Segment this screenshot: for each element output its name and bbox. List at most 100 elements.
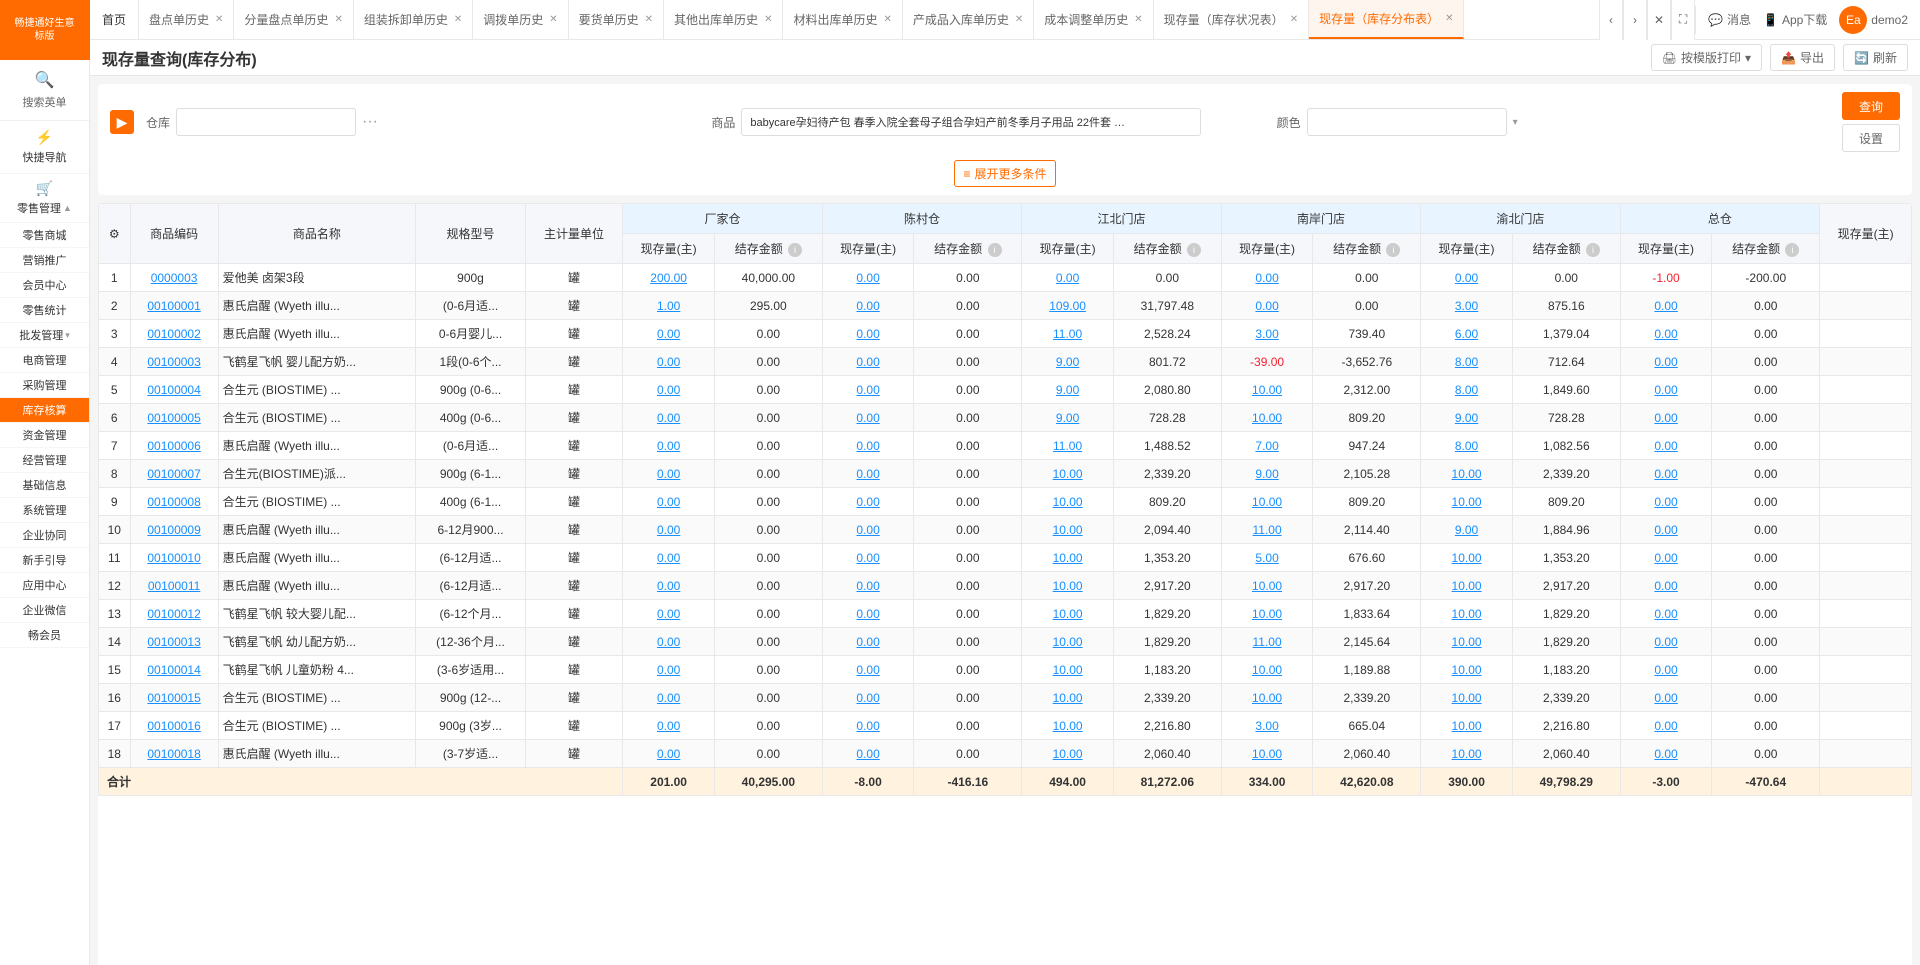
row-na-amount: 809.20 — [1313, 404, 1421, 432]
row-na-stock: 10.00 — [1221, 740, 1313, 768]
tab-close-all[interactable]: ✕ — [1647, 0, 1671, 40]
factory-amount-info[interactable]: i — [788, 243, 802, 257]
table-row: 16 00100015 合生元 (BIOSTIME) ... 900g (12-… — [99, 684, 1912, 712]
retail-icon: 🛒 — [36, 180, 53, 197]
jb-amount-info[interactable]: i — [1187, 243, 1201, 257]
row-f-amount: 0.00 — [714, 488, 822, 516]
row-yb-amount: 1,379.04 — [1512, 320, 1620, 348]
yb-amount-info[interactable]: i — [1586, 243, 1600, 257]
filter-row: ▶ 仓库 ··· 商品 颜色 ▾ 查询 设置 — [110, 92, 1900, 152]
sidebar-item-basic[interactable]: 基础信息 — [0, 473, 89, 498]
sidebar-item-retail-mall[interactable]: 零售商城 — [0, 223, 89, 248]
header-actions: 🖨 按模版打印 ▾ 📤 导出 🔄 刷新 — [1651, 44, 1908, 71]
logo-line2: 标版 — [15, 30, 75, 43]
tab-close-other-out[interactable]: ✕ — [764, 14, 772, 25]
sidebar-item-ops[interactable]: 经营管理 — [0, 448, 89, 473]
query-button[interactable]: 查询 — [1842, 92, 1900, 120]
table-row: 6 00100005 合生元 (BIOSTIME) ... 400g (0-6.… — [99, 404, 1912, 432]
tab-transfer[interactable]: 调拨单历史 ✕ — [473, 0, 568, 39]
th-factory-amount: 结存金额 i — [714, 234, 822, 264]
tab-branch-inventory[interactable]: 分量盘点单历史 ✕ — [234, 0, 353, 39]
tab-stock-status[interactable]: 现存量（库存状况表） ✕ — [1154, 0, 1309, 39]
sidebar-item-inventory[interactable]: 库存核算 — [0, 398, 89, 423]
app-logo[interactable]: 畅捷通好生意 标版 — [0, 0, 90, 60]
tab-close-stock-dist[interactable]: ✕ — [1445, 13, 1453, 24]
tab-close-cost-adjust[interactable]: ✕ — [1134, 14, 1142, 25]
row-name: 飞鹤星飞帆 较大婴儿配... — [218, 600, 416, 628]
na-amount-info[interactable]: i — [1386, 243, 1400, 257]
row-current — [1820, 404, 1912, 432]
tab-order[interactable]: 要货单历史 ✕ — [569, 0, 664, 39]
tab-close-branch-inventory[interactable]: ✕ — [334, 14, 342, 25]
warehouse-more[interactable]: ··· — [362, 113, 378, 131]
sidebar-item-quicknav[interactable]: ⚡ 快捷导航 — [0, 121, 89, 174]
message-action[interactable]: 💬 消息 — [1708, 11, 1751, 28]
row-yb-stock: 10.00 — [1421, 656, 1513, 684]
tab-inventory-list[interactable]: 盘点单历史 ✕ — [139, 0, 234, 39]
sidebar-item-wholesale[interactable]: 批发管理 ▾ — [0, 323, 89, 348]
tab-home[interactable]: 首页 — [90, 0, 139, 39]
sidebar-item-apps[interactable]: 应用中心 — [0, 573, 89, 598]
row-code: 00100014 — [130, 656, 218, 684]
sidebar-item-system[interactable]: 系统管理 — [0, 498, 89, 523]
tab-product-in[interactable]: 产成品入库单历史 ✕ — [903, 0, 1034, 39]
row-jb-stock: 10.00 — [1022, 488, 1114, 516]
product-input[interactable] — [741, 108, 1201, 136]
sum-yb-stock: 390.00 — [1421, 768, 1513, 796]
row-t-amount: 0.00 — [1712, 684, 1820, 712]
filter-expand-btn[interactable]: ▶ — [110, 110, 134, 134]
app-download-action[interactable]: 📱 App下载 — [1763, 11, 1827, 28]
export-button[interactable]: 📤 导出 — [1770, 44, 1835, 71]
scroll-wrapper[interactable]: ⚙ 商品编码 商品名称 规格型号 主计量单位 厂家仓 陈村仓 江北门店 南岸门店… — [98, 203, 1912, 965]
row-t-stock: 0.00 — [1620, 628, 1712, 656]
sidebar-item-marketing[interactable]: 营销推广 — [0, 248, 89, 273]
setting-button[interactable]: 设置 — [1842, 124, 1900, 152]
row-na-amount: 2,312.00 — [1313, 376, 1421, 404]
sidebar-item-vip[interactable]: 畅会员 — [0, 623, 89, 648]
row-name: 合生元 (BIOSTIME) ... — [218, 684, 416, 712]
row-f-amount: 0.00 — [714, 460, 822, 488]
header-bar: 现存量查询(库存分布) 🖨 按模版打印 ▾ 📤 导出 🔄 刷新 — [90, 40, 1920, 76]
sidebar-item-guide[interactable]: 新手引导 — [0, 548, 89, 573]
sidebar-search[interactable]: 🔍 搜索英单 — [0, 60, 89, 121]
tab-close-order[interactable]: ✕ — [645, 14, 653, 25]
row-yb-amount: 2,216.80 — [1512, 712, 1620, 740]
sidebar-item-purchase[interactable]: 采购管理 — [0, 373, 89, 398]
warehouse-input[interactable] — [176, 108, 356, 136]
tab-material-out[interactable]: 材料出库单历史 ✕ — [783, 0, 902, 39]
tab-close-material-out[interactable]: ✕ — [883, 14, 891, 25]
tab-cost-adjust[interactable]: 成本调整单历史 ✕ — [1034, 0, 1153, 39]
sidebar-item-corp[interactable]: 企业协同 — [0, 523, 89, 548]
th-settings[interactable]: ⚙ — [99, 204, 131, 264]
tab-expand[interactable]: ⛶ — [1671, 0, 1695, 40]
sidebar-item-retail[interactable]: 🛒 零售管理 ▲ — [0, 174, 89, 223]
sidebar-item-ecommerce[interactable]: 电商管理 — [0, 348, 89, 373]
user-action[interactable]: Ea demo2 — [1839, 6, 1908, 34]
tab-nav-prev[interactable]: ‹ — [1599, 0, 1623, 40]
expand-more-btn[interactable]: ≡ 展开更多条件 — [954, 160, 1055, 187]
tab-stock-dist[interactable]: 现存量（库存分布表） ✕ — [1309, 0, 1464, 39]
refresh-button[interactable]: 🔄 刷新 — [1843, 44, 1908, 71]
summary-label: 合计 — [99, 768, 623, 796]
tab-close-product-in[interactable]: ✕ — [1015, 14, 1023, 25]
tab-close-inventory-list[interactable]: ✕ — [215, 14, 223, 25]
sidebar-item-retail-stat[interactable]: 零售统计 — [0, 298, 89, 323]
sum-current — [1820, 768, 1912, 796]
tab-assembly[interactable]: 组装拆卸单历史 ✕ — [354, 0, 473, 39]
sidebar-item-finance[interactable]: 资金管理 — [0, 423, 89, 448]
row-yb-amount: 1,849.60 — [1512, 376, 1620, 404]
tab-nav-next[interactable]: › — [1623, 0, 1647, 40]
t-amount-info[interactable]: i — [1785, 243, 1799, 257]
tab-close-transfer[interactable]: ✕ — [549, 14, 557, 25]
sidebar-item-wechat[interactable]: 企业微信 — [0, 598, 89, 623]
print-button[interactable]: 🖨 按模版打印 ▾ — [1651, 44, 1762, 71]
sidebar-item-member[interactable]: 会员中心 — [0, 273, 89, 298]
row-t-amount: 0.00 — [1712, 348, 1820, 376]
tab-close-stock-status[interactable]: ✕ — [1290, 14, 1298, 25]
row-unit: 罐 — [525, 432, 622, 460]
chen-amount-info[interactable]: i — [988, 243, 1002, 257]
color-dropdown[interactable]: ▾ — [1513, 117, 1518, 128]
tab-close-assembly[interactable]: ✕ — [454, 14, 462, 25]
color-input[interactable] — [1307, 108, 1507, 136]
tab-other-out[interactable]: 其他出库单历史 ✕ — [664, 0, 783, 39]
